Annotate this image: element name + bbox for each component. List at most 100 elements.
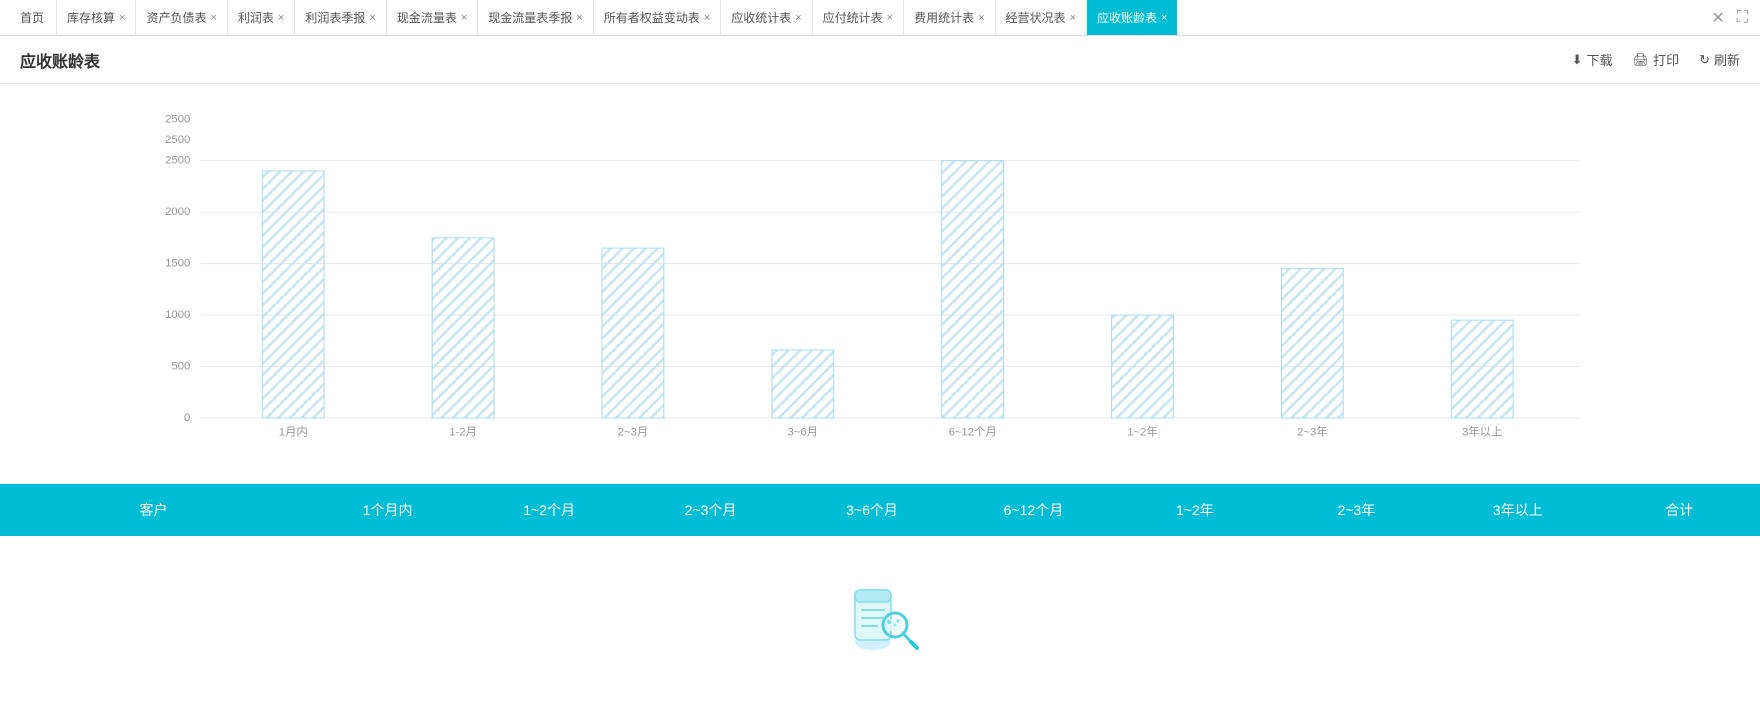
tab-balance[interactable]: 资产负债表 × <box>136 0 227 36</box>
tab-inventory[interactable]: 库存核算 × <box>57 0 136 36</box>
chart-area: 0 500 1000 1500 2000 2500 2500 2500 <box>0 84 1760 484</box>
tab-bar: 首页 库存核算 × 资产负债表 × 利润表 × 利润表季报 × 现金流量表 × … <box>0 0 1760 36</box>
th-label: 3年以上 <box>1493 502 1543 518</box>
print-button[interactable]: 🖨 打印 <box>1633 50 1680 69</box>
tab-aging[interactable]: 应收账龄表 × <box>1087 0 1178 36</box>
th-label: 2~3年 <box>1337 502 1375 518</box>
bar-1-2月 <box>432 238 494 418</box>
svg-text:0: 0 <box>184 412 190 424</box>
tab-label: 利润表季报 <box>305 9 365 26</box>
th-6-12month: 6~12个月 <box>953 500 1114 520</box>
print-label: 打印 <box>1653 50 1679 69</box>
th-2-3month: 2~3个月 <box>630 500 791 520</box>
close-icon[interactable]: × <box>1161 12 1167 24</box>
tab-profit[interactable]: 利润表 × <box>228 0 295 36</box>
download-label: 下载 <box>1587 50 1613 69</box>
close-icon[interactable]: × <box>795 12 801 24</box>
svg-text:1月内: 1月内 <box>279 424 308 438</box>
bar-1-2年 <box>1112 315 1174 418</box>
close-icon[interactable]: × <box>887 12 893 24</box>
close-icon[interactable]: × <box>1070 12 1076 24</box>
bar-1月内 <box>262 171 324 418</box>
print-icon: 🖨 <box>1633 52 1650 68</box>
window-controls: ✕ ⛶ <box>1711 8 1752 28</box>
tab-label: 现金流量表季报 <box>488 9 572 26</box>
refresh-icon: ↻ <box>1699 52 1710 68</box>
empty-illustration <box>835 570 925 663</box>
close-icon[interactable]: × <box>461 12 467 24</box>
svg-text:2500: 2500 <box>165 134 190 146</box>
tab-receivable-stat[interactable]: 应收统计表 × <box>721 0 812 36</box>
empty-icon <box>835 570 925 660</box>
close-icon[interactable]: × <box>278 12 284 24</box>
tab-profit-quarter[interactable]: 利润表季报 × <box>295 0 386 36</box>
header-actions: ⬇ 下载 🖨 打印 ↻ 刷新 <box>1572 50 1740 69</box>
close-icon[interactable]: × <box>369 12 375 24</box>
tab-cashflow-quarter[interactable]: 现金流量表季报 × <box>478 0 593 36</box>
svg-text:2000: 2000 <box>165 206 190 218</box>
th-total: 合计 <box>1599 500 1760 520</box>
empty-state <box>0 536 1760 696</box>
th-label: 2~3个月 <box>685 502 737 518</box>
svg-text:1~2年: 1~2年 <box>1127 424 1158 438</box>
bar-3-6月 <box>772 350 834 418</box>
th-label: 1~2个月 <box>523 502 575 518</box>
tab-label: 所有者权益变动表 <box>604 9 700 26</box>
page-title: 应收账龄表 <box>20 48 100 72</box>
th-1month: 1个月内 <box>307 500 468 520</box>
th-label: 客户 <box>139 502 167 518</box>
tab-label: 应收统计表 <box>731 9 791 26</box>
page-header: 应收账龄表 ⬇ 下载 🖨 打印 ↻ 刷新 <box>0 36 1760 84</box>
close-icon[interactable]: × <box>704 12 710 24</box>
tab-operation[interactable]: 经营状况表 × <box>996 0 1087 36</box>
tab-expense-stat[interactable]: 费用统计表 × <box>904 0 995 36</box>
chart-container: 0 500 1000 1500 2000 2500 2500 2500 <box>40 104 1720 454</box>
home-tab-label: 首页 <box>20 9 44 26</box>
svg-text:3年以上: 3年以上 <box>1462 424 1502 438</box>
bar-chart: 0 500 1000 1500 2000 2500 2500 2500 <box>40 104 1720 454</box>
tab-label: 现金流量表 <box>397 9 457 26</box>
svg-text:2~3年: 2~3年 <box>1297 424 1328 438</box>
svg-text:500: 500 <box>171 361 190 373</box>
th-label: 1~2年 <box>1176 502 1214 518</box>
tab-label: 库存核算 <box>67 9 115 26</box>
th-label: 3~6个月 <box>846 502 898 518</box>
tab-payable-stat[interactable]: 应付统计表 × <box>813 0 904 36</box>
th-label: 6~12个月 <box>1004 502 1064 518</box>
tab-label: 费用统计表 <box>914 9 974 26</box>
svg-text:2~3月: 2~3月 <box>618 426 649 438</box>
tab-cashflow[interactable]: 现金流量表 × <box>387 0 478 36</box>
th-label: 合计 <box>1665 502 1693 518</box>
download-button[interactable]: ⬇ 下载 <box>1572 50 1613 69</box>
close-icon[interactable]: × <box>576 12 582 24</box>
svg-text:2500: 2500 <box>165 114 190 126</box>
close-icon[interactable]: × <box>210 12 216 24</box>
minimize-button[interactable]: ✕ <box>1711 8 1724 28</box>
tab-label: 资产负债表 <box>146 9 206 26</box>
tab-label: 经营状况表 <box>1006 9 1066 26</box>
svg-text:3~6月: 3~6月 <box>788 426 819 438</box>
table-header: 客户 1个月内 1~2个月 2~3个月 3~6个月 6~12个月 1~2年 2~… <box>0 484 1760 536</box>
maximize-button[interactable]: ⛶ <box>1737 9 1748 27</box>
th-customer: 客户 <box>0 500 307 520</box>
th-2-3year: 2~3年 <box>1276 500 1437 520</box>
close-icon[interactable]: × <box>119 12 125 24</box>
svg-text:1000: 1000 <box>165 309 190 321</box>
svg-text:6~12个月: 6~12个月 <box>949 425 997 438</box>
th-3-6month: 3~6个月 <box>791 500 952 520</box>
download-icon: ⬇ <box>1572 52 1583 68</box>
close-icon[interactable]: × <box>978 12 984 24</box>
tab-equity[interactable]: 所有者权益变动表 × <box>594 0 721 36</box>
refresh-label: 刷新 <box>1714 50 1740 69</box>
tab-label: 应收账龄表 <box>1097 9 1157 26</box>
th-label: 1个月内 <box>363 502 413 518</box>
bar-2-3年 <box>1281 269 1343 418</box>
bar-6-12月 <box>942 161 1004 418</box>
th-3year-plus: 3年以上 <box>1437 500 1598 520</box>
th-1-2month: 1~2个月 <box>468 500 629 520</box>
tab-home[interactable]: 首页 <box>8 0 57 36</box>
main-content: 0 500 1000 1500 2000 2500 2500 2500 <box>0 84 1760 720</box>
refresh-button[interactable]: ↻ 刷新 <box>1699 50 1740 69</box>
bar-3年以上 <box>1451 320 1513 418</box>
tab-label: 应付统计表 <box>823 9 883 26</box>
